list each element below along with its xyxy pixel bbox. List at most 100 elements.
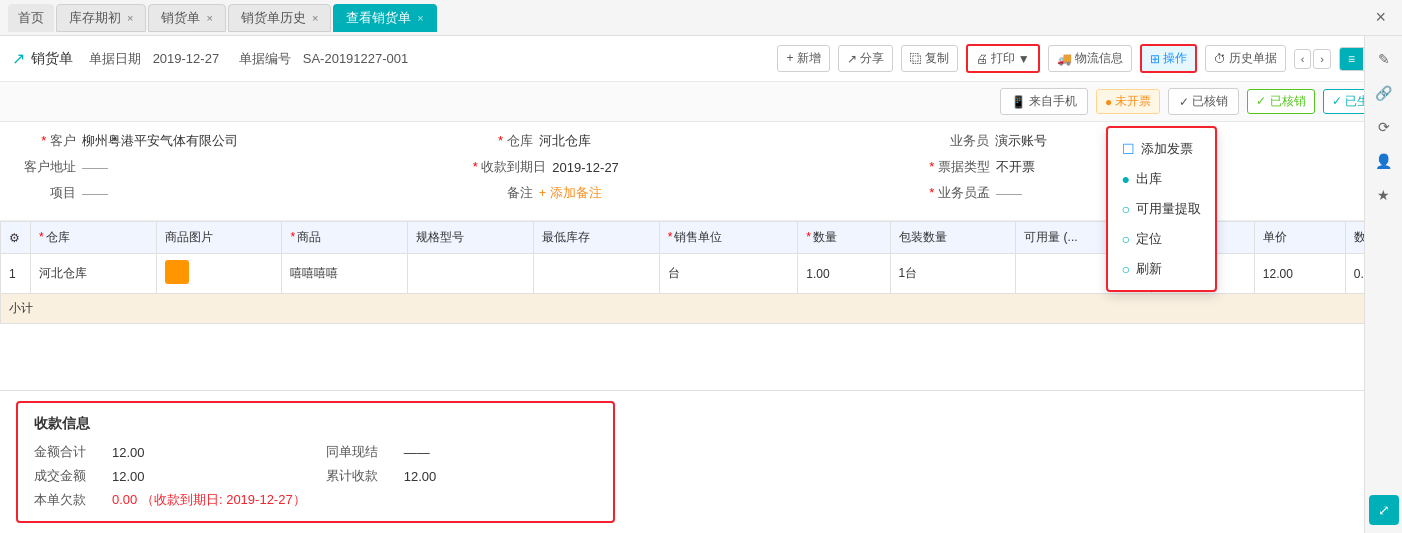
col-product: *商品 — [282, 222, 408, 254]
effective-icon: ✓ — [1332, 94, 1342, 108]
add-invoice-item[interactable]: ☐ 添加发票 — [1108, 134, 1215, 164]
total-amount-value: 12.00 — [112, 445, 145, 460]
ship-icon: ● — [1122, 171, 1130, 187]
locate-item[interactable]: ○ 定位 — [1108, 224, 1215, 254]
doc-date-label: 单据日期 2019-12-27 — [89, 50, 219, 68]
next-button[interactable]: › — [1313, 49, 1331, 69]
check-circle-icon: ✓ — [1256, 94, 1266, 108]
doc-number-value: SA-20191227-001 — [303, 51, 409, 66]
share-button[interactable]: ↗ 分享 — [838, 45, 893, 72]
check-icon: ✓ — [1179, 95, 1189, 109]
sidebar-sync-icon[interactable]: ⟳ — [1369, 112, 1399, 142]
customer-field: 客户 柳州粤港平安气体有限公司 — [16, 132, 473, 150]
row-model — [408, 254, 534, 294]
tab-sales-history[interactable]: 销货单历史 × — [228, 4, 331, 32]
col-gear: ⚙ — [1, 222, 31, 254]
col-unit: *销售单位 — [659, 222, 798, 254]
row-price: 12.00 — [1254, 254, 1345, 294]
doc-number-label: 单据编号 SA-20191227-001 — [239, 50, 408, 68]
col-min-stock: 最低库存 — [533, 222, 659, 254]
list-view-button[interactable]: ≡ — [1340, 48, 1363, 70]
copy-button[interactable]: ⿻ 复制 — [901, 45, 958, 72]
tab-inventory[interactable]: 库存期初 × — [56, 4, 146, 32]
address-value: —— — [82, 160, 473, 175]
col-pack-qty: 包装数量 — [890, 222, 1016, 254]
from-phone-button[interactable]: 📱 来自手机 — [1000, 88, 1088, 115]
close-view-sales-tab[interactable]: × — [417, 12, 423, 24]
payment-date-label: 收款到期日 — [473, 158, 547, 176]
row-min-stock — [533, 254, 659, 294]
customer-value: 柳州粤港平安气体有限公司 — [82, 132, 473, 150]
share-icon: ↗ — [847, 52, 857, 66]
tab-sales[interactable]: 销货单 × — [148, 4, 225, 32]
col-product-img: 商品图片 — [156, 222, 282, 254]
sidebar-edit-icon[interactable]: ✎ — [1369, 44, 1399, 74]
copy-icon: ⿻ — [910, 52, 922, 66]
sidebar-user-icon[interactable]: 👤 — [1369, 146, 1399, 176]
sidebar-expand-icon[interactable]: ⤢ — [1369, 495, 1399, 525]
window-close-button[interactable]: × — [1367, 7, 1394, 28]
close-sales-tab[interactable]: × — [206, 12, 212, 24]
row-warehouse: 河北仓库 — [31, 254, 157, 294]
cumulative-row: 累计收款 12.00 — [326, 467, 598, 485]
not-opened-badge: ● 未开票 — [1096, 89, 1160, 114]
product-image — [165, 260, 189, 284]
warehouse-field: 仓库 河北仓库 — [473, 132, 930, 150]
toolbar-row: 📱 来自手机 ● 未开票 ✓ 已核销 ✓ 已核销 ✓ 已生效 — [0, 82, 1402, 122]
arrears-value: 0.00 （收款到期日: 2019-12-27） — [112, 491, 306, 509]
prev-button[interactable]: ‹ — [1294, 49, 1312, 69]
close-inventory-tab[interactable]: × — [127, 12, 133, 24]
col-warehouse: *仓库 — [31, 222, 157, 254]
qty-icon: ○ — [1122, 201, 1130, 217]
remark-label: 备注 — [473, 184, 533, 202]
payment-grid: 金额合计 12.00 同单现结 —— 成交金额 12.00 累计收款 12.00… — [34, 443, 597, 509]
transaction-label: 成交金额 — [34, 467, 104, 485]
print-dropdown-arrow: ▼ — [1018, 52, 1030, 66]
total-amount-row: 金额合计 12.00 — [34, 443, 306, 461]
history-icon: ⏱ — [1214, 52, 1226, 66]
row-product-img — [156, 254, 282, 294]
payment-title: 收款信息 — [34, 415, 597, 433]
subtotal-label: 小计 — [1, 294, 1402, 324]
right-sidebar: ✎ 🔗 ⟳ 👤 ★ ⤢ — [1364, 36, 1402, 533]
payment-date-value: 2019-12-27 — [552, 160, 929, 175]
warehouse-value: 河北仓库 — [539, 132, 930, 150]
main-content: ↗ 销货单 单据日期 2019-12-27 单据编号 SA-20191227-0… — [0, 36, 1402, 533]
new-button[interactable]: + 新增 — [777, 45, 829, 72]
doc-meta: 单据日期 2019-12-27 单据编号 SA-20191227-001 — [89, 50, 761, 68]
col-price: 单价 — [1254, 222, 1345, 254]
logistics-button[interactable]: 🚚 物流信息 — [1048, 45, 1132, 72]
refresh-item[interactable]: ○ 刷新 — [1108, 254, 1215, 284]
available-qty-item[interactable]: ○ 可用量提取 — [1108, 194, 1215, 224]
tab-home[interactable]: 首页 — [8, 4, 54, 32]
ship-item[interactable]: ● 出库 — [1108, 164, 1215, 194]
remark-field: 备注 + 添加备注 — [473, 184, 930, 202]
arrears-label: 本单欠款 — [34, 491, 104, 509]
doc-title: ↗ 销货单 — [12, 49, 73, 68]
row-pack-qty: 1台 — [890, 254, 1016, 294]
sidebar-star-icon[interactable]: ★ — [1369, 180, 1399, 210]
print-button[interactable]: 🖨 打印 ▼ — [966, 44, 1040, 73]
total-amount-label: 金额合计 — [34, 443, 104, 461]
bottom-section: 收款信息 金额合计 12.00 同单现结 —— 成交金额 12.00 累计收款 … — [0, 390, 1402, 533]
remark-add-btn[interactable]: + 添加备注 — [539, 184, 930, 202]
same-order-row: 同单现结 —— — [326, 443, 598, 461]
print-icon: 🖨 — [976, 52, 988, 66]
warehouse-label: 仓库 — [473, 132, 533, 150]
confirm-button[interactable]: ✓ 已核销 — [1168, 88, 1239, 115]
customer-label: 客户 — [16, 132, 76, 150]
history-button[interactable]: ⏱ 历史单据 — [1205, 45, 1286, 72]
row-num: 1 — [1, 254, 31, 294]
staff-label: 业务员 — [929, 132, 989, 150]
staff2-label: 业务员孟 — [929, 184, 990, 202]
doc-date-value: 2019-12-27 — [153, 51, 220, 66]
close-sales-history-tab[interactable]: × — [312, 12, 318, 24]
doc-type-label: 销货单 — [31, 50, 73, 68]
invoice-type-label: 票据类型 — [929, 158, 990, 176]
tab-view-sales[interactable]: 查看销货单 × — [333, 4, 436, 32]
sidebar-link-icon[interactable]: 🔗 — [1369, 78, 1399, 108]
operations-button[interactable]: ⊞ 操作 — [1140, 44, 1197, 73]
grid-icon: ⊞ — [1150, 52, 1160, 66]
address-label: 客户地址 — [16, 158, 76, 176]
invoice-icon: ☐ — [1122, 141, 1135, 157]
